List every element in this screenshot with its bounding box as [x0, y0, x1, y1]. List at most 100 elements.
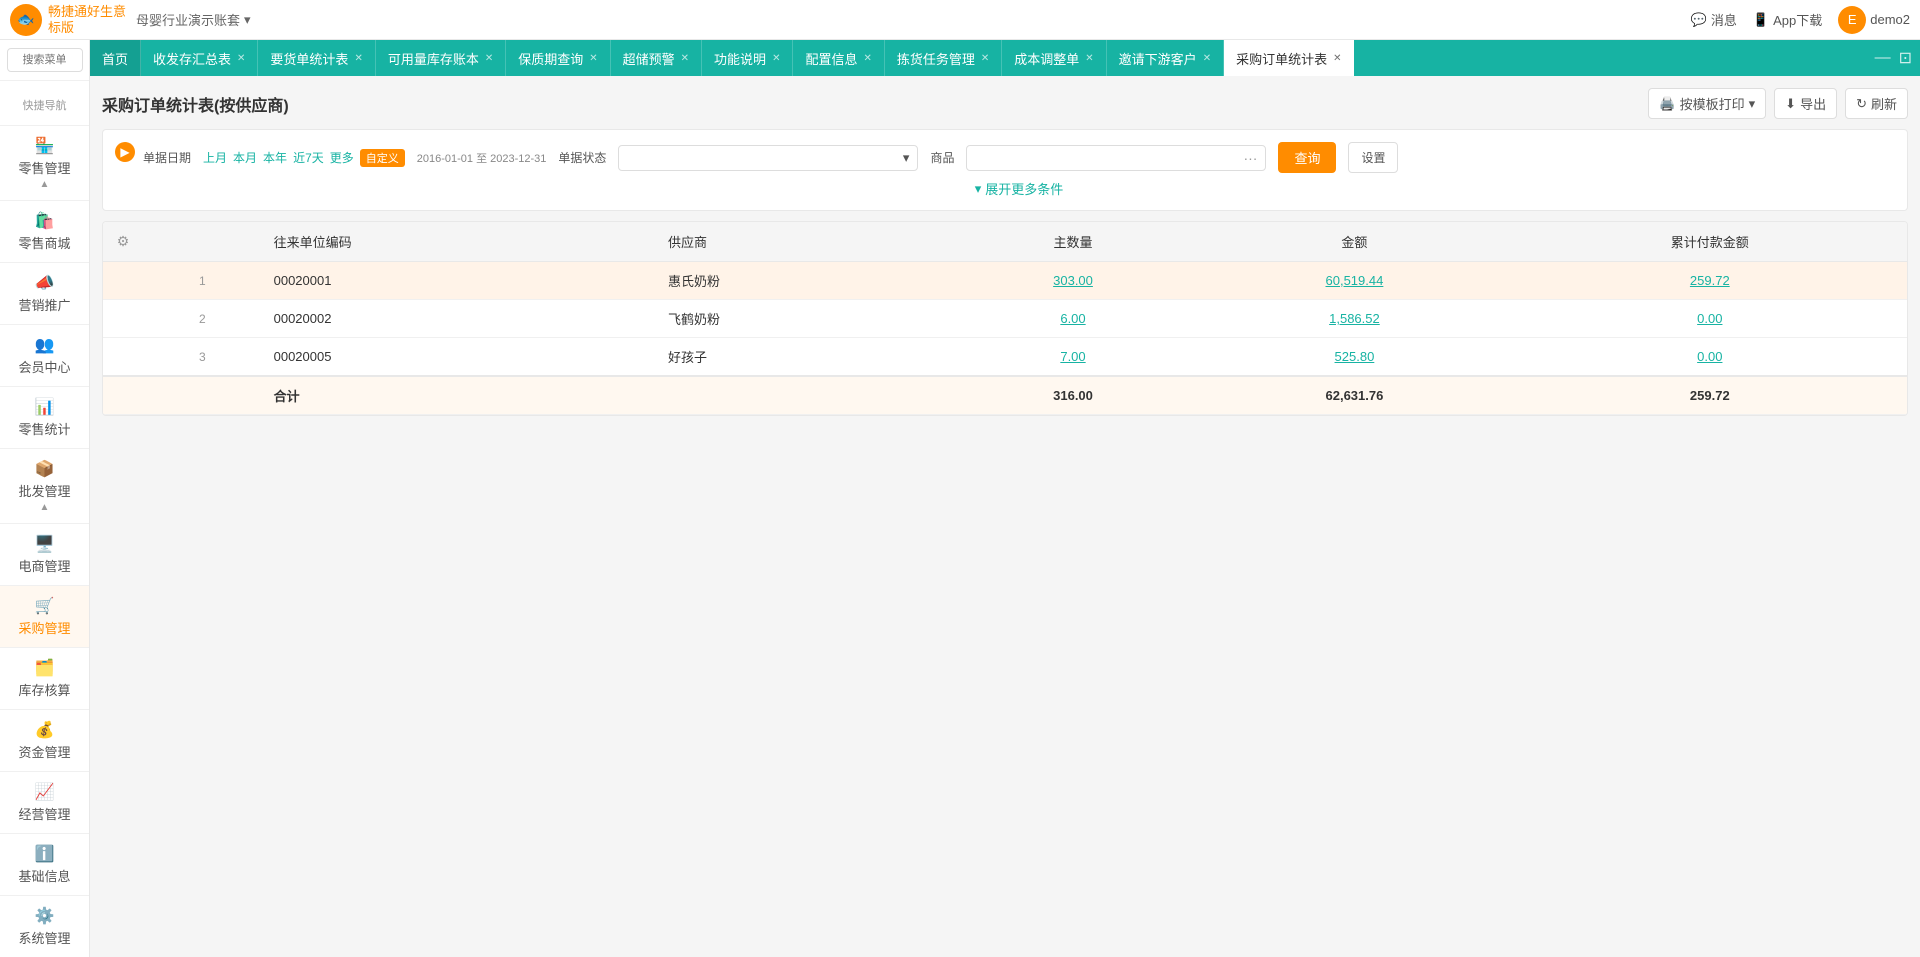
tab-close-icon[interactable]: ✕ [863, 53, 871, 64]
tab-close-icon[interactable]: ✕ [589, 53, 597, 64]
expand-more-btn[interactable]: ▾ 展开更多条件 [143, 173, 1895, 198]
refresh-btn[interactable]: ↻ 刷新 [1845, 88, 1908, 119]
tab-overstock[interactable]: 超储预警 ✕ [611, 40, 702, 76]
sidebar-item-inventory[interactable]: 🗂️ 库存核算 [0, 648, 89, 710]
user-avatar-btn[interactable]: E demo2 [1838, 6, 1910, 34]
shortcut-more[interactable]: 更多 [330, 149, 354, 166]
chevron-down-icon: ▾ [244, 12, 251, 28]
sidebar-item-sys-mgmt[interactable]: ⚙️ 系统管理 [0, 896, 89, 957]
tab-close-icon[interactable]: ✕ [772, 53, 780, 64]
goods-select[interactable]: ··· [966, 145, 1266, 171]
tab-close-icon[interactable]: ✕ [485, 53, 493, 64]
chevron-icon: ▲ [40, 179, 50, 190]
summary-row: 合计 316.00 62,631.76 259.72 [103, 376, 1907, 415]
app-download-btn[interactable]: 📱 App下载 [1753, 10, 1822, 29]
custom-badge[interactable]: 自定义 [360, 149, 405, 167]
main-layout: 快捷导航 🏪 零售管理 ▲ 🛍️ 零售商城 📣 营销推广 👥 会员中心 📊 零售… [0, 40, 1920, 957]
paid-link[interactable]: 0.00 [1697, 349, 1722, 364]
sidebar-item-purchase[interactable]: 🛒 采购管理 [0, 586, 89, 648]
shortcut-7days[interactable]: 近7天 [293, 149, 324, 166]
th-seq [143, 222, 262, 262]
tab-home[interactable]: 首页 [90, 40, 141, 76]
table-settings-icon[interactable]: ⚙ [117, 233, 130, 249]
tab-func-desc[interactable]: 功能说明 ✕ [702, 40, 793, 76]
shortcut-last-month[interactable]: 上月 [203, 149, 227, 166]
message-icon: 💬 [1691, 12, 1707, 28]
breadcrumb-select[interactable]: 母婴行业演示账套 ▾ [136, 10, 251, 29]
minimize-btn[interactable]: — [1875, 49, 1891, 67]
shop-icon: 🛍️ [35, 211, 55, 231]
ecommerce-icon: 🖥️ [35, 534, 55, 554]
sidebar-item-retail-shop[interactable]: 🛍️ 零售商城 [0, 201, 89, 263]
table-row: 1 00020001 惠氏奶粉 303.00 60,519.44 259.72 [103, 262, 1907, 300]
paid-link[interactable]: 0.00 [1697, 311, 1722, 326]
sidebar-item-retail-mgmt[interactable]: 🏪 零售管理 ▲ [0, 126, 89, 201]
finance-icon: 💰 [35, 720, 55, 740]
collapse-arrow[interactable]: ▶ [115, 142, 135, 162]
search-input[interactable] [7, 48, 83, 72]
th-settings[interactable]: ⚙ [103, 222, 143, 262]
summary-empty [103, 376, 262, 415]
maximize-btn[interactable]: ⊡ [1899, 48, 1912, 68]
tab-close-icon[interactable]: ✕ [237, 53, 245, 64]
row-code: 00020005 [262, 338, 656, 377]
query-btn[interactable]: 查询 [1278, 142, 1336, 173]
shortcut-this-year[interactable]: 本年 [263, 149, 287, 166]
qty-link[interactable]: 7.00 [1060, 349, 1085, 364]
sidebar-item-basic-info[interactable]: ℹ️ 基础信息 [0, 834, 89, 896]
template-print-btn[interactable]: 🖨️ 按模板打印 ▾ [1648, 88, 1766, 119]
export-btn[interactable]: ⬇ 导出 [1774, 88, 1837, 119]
marketing-icon: 📣 [35, 273, 55, 293]
tab-receive-send[interactable]: 收发存汇总表 ✕ [141, 40, 258, 76]
status-select[interactable]: ▾ [618, 145, 918, 171]
tab-close-icon[interactable]: ✕ [681, 53, 689, 64]
amount-link[interactable]: 1,586.52 [1329, 311, 1380, 326]
sidebar-item-retail-stats[interactable]: 📊 零售统计 [0, 387, 89, 449]
row-qty: 303.00 [950, 262, 1196, 300]
purchase-icon: 🛒 [35, 596, 55, 616]
tab-purchase-stats[interactable]: 采购订单统计表 ✕ [1224, 40, 1354, 76]
row-seq: 1 [143, 262, 262, 300]
sidebar-item-wholesale[interactable]: 📦 批发管理 ▲ [0, 449, 89, 524]
sidebar-item-finance[interactable]: 💰 资金管理 [0, 710, 89, 772]
amount-link[interactable]: 525.80 [1335, 349, 1375, 364]
tab-close-icon[interactable]: ✕ [981, 53, 989, 64]
tab-expiry-query[interactable]: 保质期查询 ✕ [506, 40, 610, 76]
messages-btn[interactable]: 💬 消息 [1691, 10, 1737, 29]
sidebar-item-ecommerce[interactable]: 🖥️ 电商管理 [0, 524, 89, 586]
sidebar-item-members[interactable]: 👥 会员中心 [0, 325, 89, 387]
tab-close-icon[interactable]: ✕ [1085, 53, 1093, 64]
download-icon: 📱 [1753, 12, 1769, 28]
tab-pick-task[interactable]: 拣货任务管理 ✕ [885, 40, 1002, 76]
date-shortcuts: 上月 本月 本年 近7天 更多 自定义 [203, 149, 405, 167]
chevron-down-icon-print: ▾ [1749, 96, 1756, 112]
members-icon: 👥 [35, 335, 55, 355]
chevron-down-icon-status: ▾ [903, 150, 910, 166]
shortcut-this-month[interactable]: 本月 [233, 149, 257, 166]
tab-available-stock[interactable]: 可用量库存账本 ✕ [376, 40, 506, 76]
top-right: 💬 消息 📱 App下载 E demo2 [1691, 6, 1910, 34]
row-code: 00020001 [262, 262, 656, 300]
sidebar-item-operations[interactable]: 📈 经营管理 [0, 772, 89, 834]
print-icon: 🖨️ [1659, 96, 1675, 112]
qty-link[interactable]: 6.00 [1060, 311, 1085, 326]
tab-goods-stats[interactable]: 要货单统计表 ✕ [258, 40, 375, 76]
sidebar-search-area[interactable] [0, 40, 89, 81]
tab-invite-downstream[interactable]: 邀请下游客户 ✕ [1107, 40, 1224, 76]
settings-filter-btn[interactable]: 设置 [1348, 142, 1398, 173]
row-supplier: 好孩子 [656, 338, 950, 377]
tab-close-icon[interactable]: ✕ [1333, 53, 1341, 64]
amount-link[interactable]: 60,519.44 [1326, 273, 1384, 288]
tab-cost-adjust[interactable]: 成本调整单 ✕ [1002, 40, 1106, 76]
tab-close-icon[interactable]: ✕ [1203, 53, 1211, 64]
row-expand [103, 262, 143, 300]
row-seq: 3 [143, 338, 262, 377]
sidebar-item-marketing[interactable]: 📣 营销推广 [0, 263, 89, 325]
paid-link[interactable]: 259.72 [1690, 273, 1730, 288]
tab-config-info[interactable]: 配置信息 ✕ [793, 40, 884, 76]
filter-row-main: 单据日期 上月 本月 本年 近7天 更多 自定义 2016-01-01 至 20… [143, 142, 1895, 173]
row-paid: 0.00 [1513, 338, 1907, 377]
qty-link[interactable]: 303.00 [1053, 273, 1093, 288]
tab-close-icon[interactable]: ✕ [354, 53, 362, 64]
avatar-initials: E [1848, 12, 1857, 27]
